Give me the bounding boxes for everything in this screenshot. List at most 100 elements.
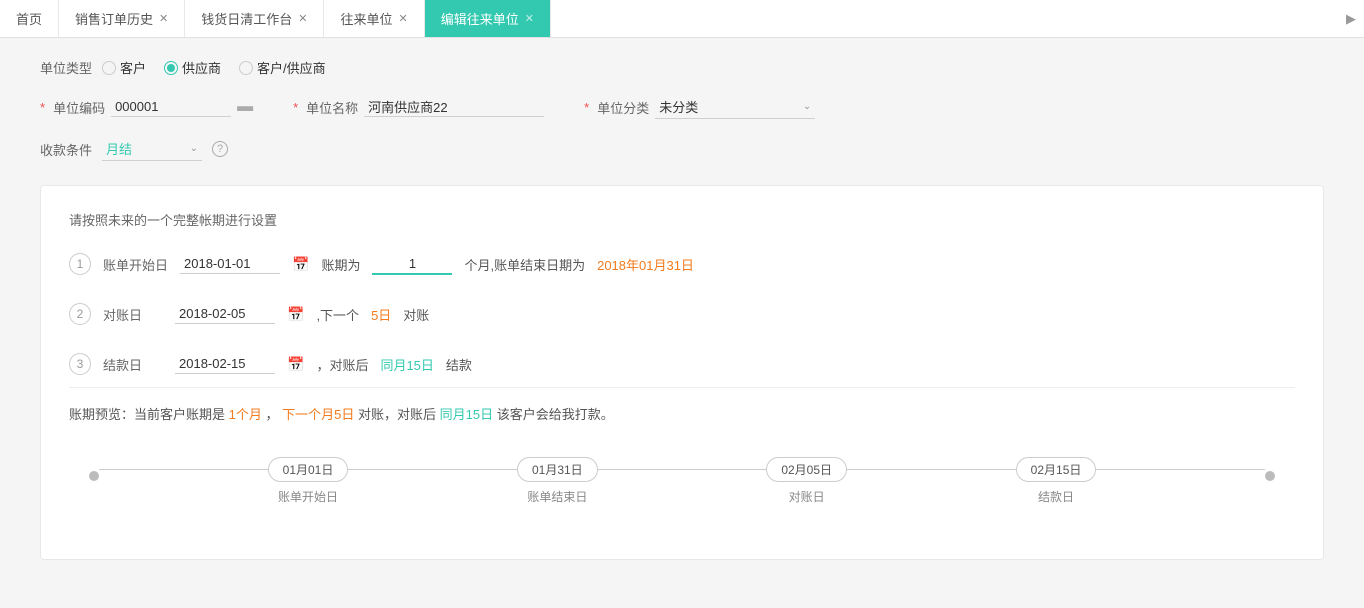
radio-both-label: 客户/供应商 — [257, 58, 326, 77]
tab-cash-work-label: 钱货日清工作台 — [201, 9, 292, 28]
preview-text: 账期预览：当前客户账期是 1个月 ， 下一个月5日 对账，对账后 同月15日 该… — [69, 404, 1295, 423]
tab-sales-history-close[interactable]: ✕ — [159, 12, 168, 25]
tab-cash-work-close[interactable]: ✕ — [298, 12, 307, 25]
step-1-period-label: 账期为 — [321, 255, 360, 274]
step-3-row: 3 结款日 📅 ，对账后 同月15日 结款 — [69, 353, 1295, 375]
step-1-date[interactable] — [180, 254, 280, 274]
step-3-desc-suffix: 结款 — [446, 355, 472, 374]
preview-section: 账期预览：当前客户账期是 1个月 ， 下一个月5日 对账，对账后 同月15日 该… — [69, 387, 1295, 535]
main-content: 单位类型 客户 供应商 客户/供应商 * 单位编码 ▬ * — [0, 38, 1364, 608]
preview-p4: 同月15日 — [440, 407, 493, 422]
tab-partners-close[interactable]: ✕ — [399, 12, 408, 25]
step-3-desc-prefix: ，对账后 — [316, 355, 368, 374]
preview-p5: 该客户会给我打款。 — [497, 407, 614, 422]
unit-category-select[interactable]: 未分类 ⌄ — [655, 95, 815, 119]
timeline-label-2: 账单结束日 — [527, 488, 587, 505]
timeline-node-1: 01月01日 账单开始日 — [268, 457, 349, 505]
preview-label: 账期预览：当前客户账期是 — [69, 407, 225, 422]
timeline-badge-2: 01月31日 — [517, 457, 598, 482]
unit-type-radio-group: 客户 供应商 客户/供应商 — [102, 58, 326, 77]
step-2-num: 2 — [69, 303, 91, 325]
step-3-cal[interactable]: 📅 — [287, 356, 304, 373]
payment-terms-value: 月结 — [106, 139, 186, 158]
copy-icon[interactable]: ▬ — [237, 98, 253, 116]
tab-sales-history[interactable]: 销售订单历史 ✕ — [59, 0, 185, 37]
step-2-cal[interactable]: 📅 — [287, 306, 304, 323]
tab-edit-partner-close[interactable]: ✕ — [525, 12, 534, 25]
radio-supplier[interactable]: 供应商 — [164, 58, 221, 77]
step-2-highlight: 5日 — [371, 305, 391, 324]
step-3-label: 结款日 — [103, 355, 163, 374]
timeline-container: 01月01日 账单开始日 01月31日 账单结束日 02月05日 对账日 — [69, 447, 1295, 535]
radio-supplier-label: 供应商 — [182, 58, 221, 77]
step-3-num: 3 — [69, 353, 91, 375]
unit-name-field: * 单位名称 — [293, 97, 544, 117]
step-2-date[interactable] — [175, 304, 275, 324]
timeline-badge-1: 01月01日 — [268, 457, 349, 482]
tab-arrow-right[interactable]: ▶ — [1338, 0, 1364, 37]
unit-type-row: 单位类型 客户 供应商 客户/供应商 — [40, 58, 1324, 77]
preview-p3: 对账，对账后 — [358, 407, 436, 422]
radio-customer-label: 客户 — [120, 58, 146, 77]
unit-code-field: * 单位编码 ▬ — [40, 97, 253, 117]
step-1-period-end: 2018年01月31日 — [597, 255, 694, 274]
unit-name-label: 单位名称 — [306, 98, 358, 117]
tab-partners[interactable]: 往来单位 ✕ — [324, 0, 424, 37]
timeline-start-dot — [89, 471, 99, 481]
radio-customer[interactable]: 客户 — [102, 58, 146, 77]
tab-home-label: 首页 — [16, 9, 42, 28]
preview-p1: 1个月 — [229, 407, 262, 422]
unit-category-value: 未分类 — [659, 97, 698, 116]
step-1-row: 1 账单开始日 📅 账期为 个月,账单结束日期为 2018年01月31日 — [69, 253, 1295, 275]
unit-category-label: 单位分类 — [597, 98, 649, 117]
timeline-badge-4: 02月15日 — [1016, 457, 1097, 482]
tab-partners-label: 往来单位 — [340, 9, 392, 28]
tab-edit-partner[interactable]: 编辑往来单位 ✕ — [425, 0, 551, 37]
payment-terms-label: 收款条件 — [40, 140, 92, 159]
unit-category-chevron: ⌄ — [803, 101, 811, 112]
tab-sales-history-label: 销售订单历史 — [75, 9, 153, 28]
step-1-label: 账单开始日 — [103, 255, 168, 274]
timeline-label-3: 对账日 — [789, 488, 825, 505]
tab-home[interactable]: 首页 — [0, 0, 59, 37]
timeline-end-dot — [1265, 471, 1275, 481]
payment-terms-chevron: ⌄ — [190, 143, 198, 154]
unit-code-input[interactable] — [111, 97, 231, 117]
step-1-period-unit: 个月,账单结束日期为 — [464, 255, 585, 274]
unit-type-label: 单位类型 — [40, 58, 92, 77]
timeline-dot-start — [89, 471, 99, 481]
radio-supplier-circle — [164, 61, 178, 75]
payment-terms-row: 收款条件 月结 ⌄ ? — [40, 137, 1324, 161]
timeline-label-1: 账单开始日 — [278, 488, 338, 505]
unit-name-input[interactable] — [364, 97, 544, 117]
timeline-dot-end — [1265, 471, 1275, 481]
step-1-num: 1 — [69, 253, 91, 275]
preview-p2: 下一个月5日 — [282, 407, 354, 422]
payment-terms-select[interactable]: 月结 ⌄ — [102, 137, 202, 161]
timeline-node-2: 01月31日 账单结束日 — [517, 457, 598, 505]
timeline-label-4: 结款日 — [1038, 488, 1074, 505]
step-2-desc-prefix: ,下一个 — [316, 305, 359, 324]
unit-category-field: * 单位分类 未分类 ⌄ — [584, 95, 815, 119]
timeline-nodes-row: 01月01日 账单开始日 01月31日 账单结束日 02月05日 对账日 — [89, 457, 1275, 505]
radio-both[interactable]: 客户/供应商 — [239, 58, 326, 77]
timeline-node-3: 02月05日 对账日 — [766, 457, 847, 505]
step-3-date[interactable] — [175, 354, 275, 374]
step-2-desc-suffix: 对账 — [403, 305, 429, 324]
preview-comma1: ， — [266, 407, 279, 422]
radio-both-circle — [239, 61, 253, 75]
step-2-label: 对账日 — [103, 305, 163, 324]
radio-customer-circle — [102, 61, 116, 75]
timeline-badge-3: 02月05日 — [766, 457, 847, 482]
unit-code-label: 单位编码 — [53, 98, 105, 117]
tab-bar: 首页 销售订单历史 ✕ 钱货日清工作台 ✕ 往来单位 ✕ 编辑往来单位 ✕ ▶ — [0, 0, 1364, 38]
panel-box: 请按照未来的一个完整帐期进行设置 1 账单开始日 📅 账期为 个月,账单结束日期… — [40, 185, 1324, 560]
step-1-period-input[interactable] — [372, 254, 452, 275]
panel-instruction: 请按照未来的一个完整帐期进行设置 — [69, 210, 1295, 229]
tab-cash-work[interactable]: 钱货日清工作台 ✕ — [185, 0, 324, 37]
step-2-row: 2 对账日 📅 ,下一个 5日 对账 — [69, 303, 1295, 325]
payment-terms-help[interactable]: ? — [212, 141, 228, 157]
unit-fields-row: * 单位编码 ▬ * 单位名称 * 单位分类 未分类 ⌄ — [40, 95, 1324, 119]
tab-edit-partner-label: 编辑往来单位 — [441, 9, 519, 28]
step-1-cal[interactable]: 📅 — [292, 256, 309, 273]
